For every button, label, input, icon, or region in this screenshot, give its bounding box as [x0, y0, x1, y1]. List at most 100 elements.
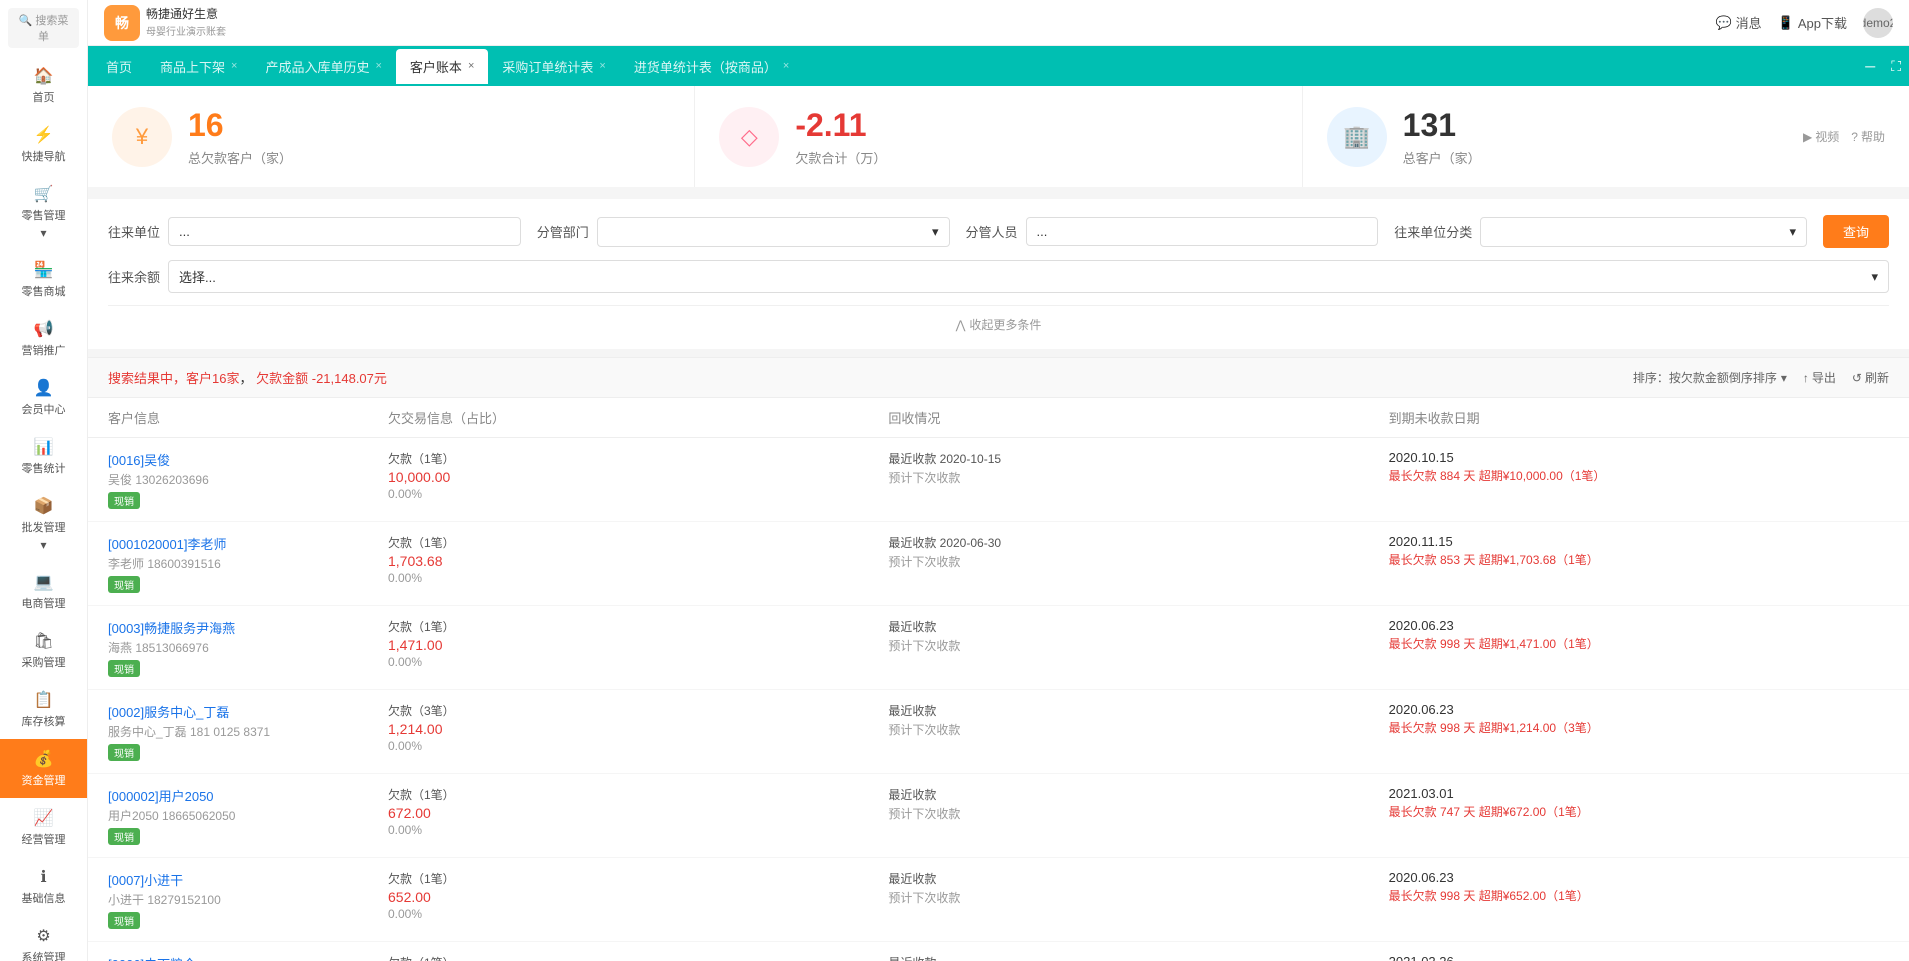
header-right: 💬 消息 📱 App下载 demo2 [1715, 8, 1893, 38]
sidebar-item-stock-check[interactable]: 📋 库存核算 [0, 680, 87, 739]
tab-close-product-history[interactable]: × [375, 60, 381, 72]
refresh-btn[interactable]: ↺ 刷新 [1852, 369, 1889, 386]
filter-group-4: 往来单位分类 ▾ [1394, 217, 1807, 247]
dots-icon-2: ... [1037, 224, 1048, 239]
basic-info-icon: ℹ [40, 867, 46, 887]
sidebar-item-retail-stat[interactable]: 📊 零售统计 [0, 427, 87, 486]
debt-amount[interactable]: 1,214.00 [388, 721, 888, 737]
sidebar-item-quick-nav[interactable]: ⚡ 快捷导航 [0, 115, 87, 174]
sidebar-item-member[interactable]: 👤 会员中心 [0, 368, 87, 427]
tab-close-customer-account[interactable]: × [468, 60, 474, 72]
customer-name[interactable]: [0001020001]李老师 [108, 534, 388, 553]
customer-info-cell: [0006]去下粮仓 陈小希 现销 [108, 954, 388, 961]
main-content: ¥ 16 总欠款客户（家） ◇ -2.11 欠款合计（万） 🏢 [88, 86, 1909, 961]
customer-name[interactable]: [0003]畅捷服务尹海燕 [108, 618, 388, 637]
sort-btn[interactable]: 排序：按欠款金额倒序排序 ▾ [1633, 369, 1787, 386]
debt-count: 欠款（3笔） [388, 702, 888, 719]
stat-icon-3: 🏢 [1327, 107, 1387, 167]
due-date: 2020.06.23 [1389, 618, 1889, 633]
sidebar-item-ecommerce[interactable]: 💻 电商管理 [0, 562, 87, 621]
arrow-icon: ▾ [40, 226, 46, 240]
debt-info-cell: 欠款（1笔） 672.00 0.00% [388, 786, 888, 837]
help-btn[interactable]: ? 帮助 [1851, 128, 1885, 145]
tab-label-purchase-order: 采购订单统计表 [502, 57, 593, 76]
column-header: 到期未收款日期 [1389, 408, 1889, 427]
customer-phone: 海燕 18513066976 [108, 639, 388, 656]
tab-home[interactable]: 首页 [92, 49, 146, 84]
tab-product-history[interactable]: 产成品入库单历史 × [251, 49, 395, 84]
debt-amount[interactable]: 672.00 [388, 805, 888, 821]
debt-count: 欠款（1笔） [388, 786, 888, 803]
sidebar-item-retail-mall[interactable]: 🏪 零售商城 [0, 250, 87, 309]
dept-select[interactable]: ▾ [597, 217, 950, 247]
recovery-next: 预计下次收款 [888, 637, 1388, 654]
sidebar-item-retail-mgmt[interactable]: 🛒 零售管理 ▾ [0, 174, 87, 250]
sidebar-item-home[interactable]: 🏠 首页 [0, 56, 87, 115]
user-avatar[interactable]: demo2 [1863, 8, 1893, 38]
debt-amount[interactable]: 652.00 [388, 889, 888, 905]
debt-count: 欠款（1笔） [388, 870, 888, 887]
customer-name[interactable]: [0002]服务中心_丁磊 [108, 702, 388, 721]
ecommerce-icon: 💻 [34, 572, 54, 592]
unit-category-select[interactable]: ▾ [1480, 217, 1807, 247]
tab-purchase-order[interactable]: 采购订单统计表 × [488, 49, 619, 84]
app-download-label: App下载 [1798, 13, 1847, 32]
sidebar-nav: 🏠 首页 ⚡ 快捷导航 🛒 零售管理 ▾ 🏪 零售商城 📢 营销推广 👤 会员中… [0, 56, 87, 961]
results-info: 搜索结果中，客户16家， 欠款金额 -21,148.07元 [108, 368, 387, 387]
customer-unit-input[interactable]: ... [168, 217, 521, 246]
debt-amount[interactable]: 10,000.00 [388, 469, 888, 485]
sidebar-item-sys-mgmt[interactable]: ⚙ 系统管理 [0, 916, 87, 961]
debt-amount[interactable]: 1,471.00 [388, 637, 888, 653]
customer-info-cell: [0016]吴俊 吴俊 13026203696 现销 [108, 450, 388, 509]
overdue-link[interactable]: 超期¥10,000.00（1笔） [1479, 469, 1606, 483]
search-button[interactable]: 查询 [1823, 215, 1889, 248]
overdue-link[interactable]: 超期¥1,214.00（3笔） [1479, 721, 1599, 735]
sidebar-item-finance[interactable]: 💰 资金管理 [0, 739, 87, 798]
sidebar-item-marketing[interactable]: 📢 营销推广 [0, 309, 87, 368]
sidebar-search-box[interactable]: 🔍 搜索菜单 [8, 8, 79, 48]
video-btn[interactable]: ▶ 视频 [1803, 128, 1839, 145]
customer-name[interactable]: [0016]吴俊 [108, 450, 388, 469]
quick-nav-label: 快捷导航 [22, 148, 66, 164]
manager-input[interactable]: ... [1026, 217, 1379, 246]
customer-name[interactable]: [0007]小进干 [108, 870, 388, 889]
sidebar-item-batch-mgmt[interactable]: 📦 批发管理 ▾ [0, 486, 87, 562]
sidebar-item-basic-info[interactable]: ℹ 基础信息 [0, 857, 87, 916]
batch-mgmt-label: 批发管理 [22, 519, 66, 535]
tabs-minimize-btn[interactable]: ─ [1861, 54, 1879, 79]
tab-close-import-stat[interactable]: × [783, 60, 789, 72]
customer-name[interactable]: [000002]用户2050 [108, 786, 388, 805]
tabs-maximize-btn[interactable]: ⛶ [1887, 54, 1905, 79]
debt-ratio: 0.00% [388, 907, 888, 921]
message-btn[interactable]: 💬 消息 [1715, 13, 1761, 32]
tab-close-product-shelf[interactable]: × [231, 60, 237, 72]
amount-value: -21,148.07元 [312, 371, 387, 386]
message-label: 消息 [1736, 13, 1762, 32]
overdue-link[interactable]: 超期¥672.00（1笔） [1479, 805, 1589, 819]
tab-customer-account[interactable]: 客户账本 × [396, 49, 488, 84]
export-btn[interactable]: ↑ 导出 [1803, 369, 1836, 386]
sidebar-item-purchase[interactable]: 🛍 采购管理 [0, 621, 87, 680]
overdue-link[interactable]: 超期¥652.00（1笔） [1479, 889, 1589, 903]
overdue-link[interactable]: 超期¥1,471.00（1笔） [1479, 637, 1599, 651]
debt-info-cell: 欠款（1笔） 1,703.68 0.00% [388, 534, 888, 585]
tab-import-stat[interactable]: 进货单统计表（按商品） × [620, 49, 803, 84]
logo-text: 畅捷通好生意 [146, 7, 226, 23]
app-download-btn[interactable]: 📱 App下载 [1778, 13, 1847, 32]
finance-label: 资金管理 [22, 772, 66, 788]
sidebar-item-biz-mgmt[interactable]: 📈 经营管理 [0, 798, 87, 857]
batch-mgmt-icon: 📦 [34, 496, 54, 516]
refresh-icon: ↺ [1852, 371, 1862, 385]
collapse-btn[interactable]: ⋀ 收起更多条件 [108, 316, 1889, 333]
column-header: 客户信息 [108, 408, 388, 427]
tab-product-shelf[interactable]: 商品上下架 × [146, 49, 251, 84]
debt-amount[interactable]: 1,703.68 [388, 553, 888, 569]
tab-close-purchase-order[interactable]: × [599, 60, 605, 72]
customer-name[interactable]: [0006]去下粮仓 [108, 954, 388, 961]
filter-row-2: 往来余额 选择... ▾ [108, 260, 1889, 293]
overdue-link[interactable]: 超期¥1,703.68（1笔） [1479, 553, 1599, 567]
debt-ratio: 0.00% [388, 571, 888, 585]
balance-select[interactable]: 选择... ▾ [168, 260, 1889, 293]
tabs-actions: ─ ⛶ [1861, 54, 1905, 79]
stat-info-3: 131 总客户（家） [1403, 106, 1481, 167]
